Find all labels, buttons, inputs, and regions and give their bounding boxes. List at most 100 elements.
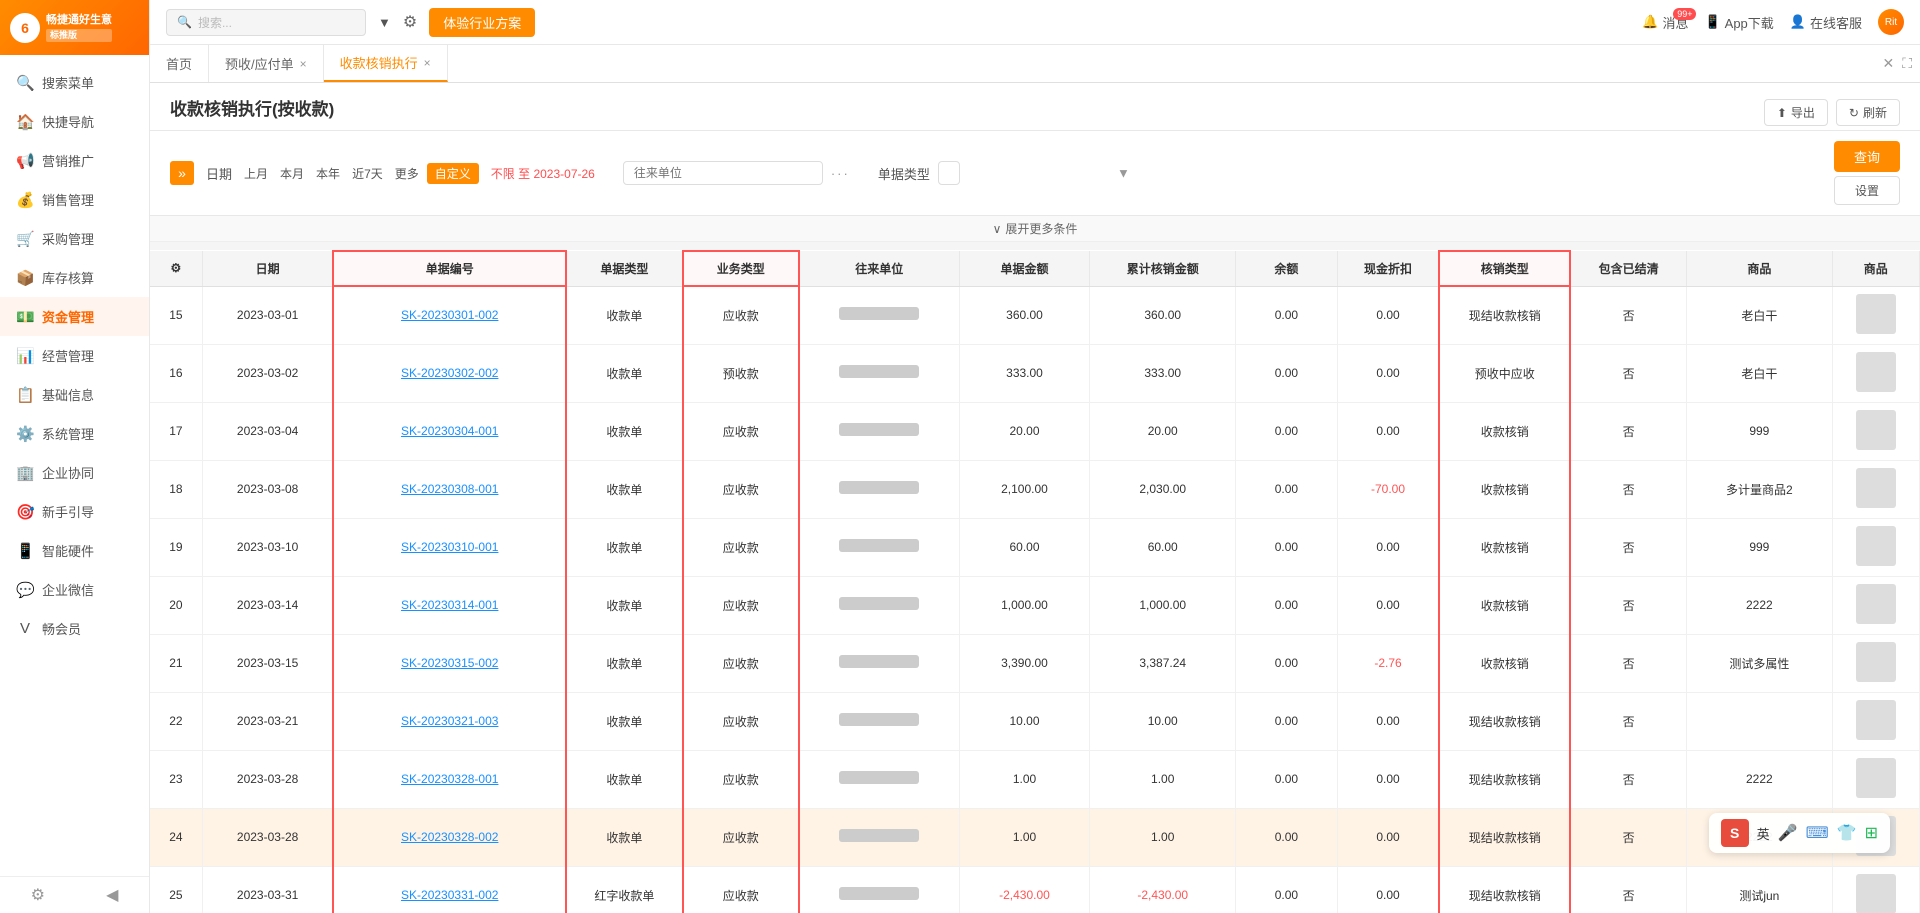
mic-icon[interactable]: 🎤 [1778,823,1798,843]
cell-goods: 多计量商品2 [1687,460,1833,518]
filter-toggle-button[interactable]: » [170,161,194,185]
sn-link[interactable]: SK-20230310-001 [401,540,498,554]
sidebar-item-purchase[interactable]: 🛒 采购管理 [0,219,149,258]
last-month-btn[interactable]: 上月 [240,163,272,184]
app-download-button[interactable]: 📱 App下载 [1704,13,1773,32]
sn-link[interactable]: SK-20230304-001 [401,424,498,438]
more-filters-dots[interactable]: ··· [831,166,850,181]
sidebar-item-search[interactable]: 🔍 搜索菜单 [0,63,149,102]
cell-goods2 [1832,634,1919,692]
table-row[interactable]: 17 2023-03-04 SK-20230304-001 收款单 应收款 20… [150,402,1920,460]
table-row[interactable]: 16 2023-03-02 SK-20230302-002 收款单 预收款 33… [150,344,1920,402]
sn-link[interactable]: SK-20230302-002 [401,366,498,380]
table-row[interactable]: 24 2023-03-28 SK-20230328-002 收款单 应收款 1.… [150,808,1920,866]
sn-link[interactable]: SK-20230308-001 [401,482,498,496]
cell-date: 2023-03-28 [202,808,333,866]
online-service-button[interactable]: 👤 在线客服 [1790,13,1862,32]
export-button[interactable]: ⬆ 导出 [1764,99,1828,126]
close-all-tabs-icon[interactable]: ✕ [1882,55,1894,72]
table-row[interactable]: 18 2023-03-08 SK-20230308-001 收款单 应收款 2,… [150,460,1920,518]
sidebar-item-member[interactable]: V 畅会员 [0,609,149,648]
sidebar-item-capital[interactable]: 💵 资金管理 [0,297,149,336]
cell-include: 否 [1570,808,1686,866]
keyboard-icon[interactable]: ⌨ [1806,823,1829,843]
custom-date-btn[interactable]: 自定义 [427,163,479,184]
sidebar-menu: 🔍 搜索菜单 🏠 快捷导航 📢 营销推广 💰 销售管理 🛒 采购管理 📦 库存核… [0,55,149,876]
doc-type-select[interactable] [938,161,960,185]
tab-pre-pay[interactable]: 预收/应付单 × [209,45,324,82]
sidebar-item-guide[interactable]: 🎯 新手引导 [0,492,149,531]
table-row[interactable]: 15 2023-03-01 SK-20230301-002 收款单 应收款 36… [150,286,1920,344]
setting-button[interactable]: 设置 [1834,176,1900,205]
refresh-button[interactable]: ↻ 刷新 [1836,99,1900,126]
last-7days-btn[interactable]: 近7天 [348,163,387,184]
table-row[interactable]: 23 2023-03-28 SK-20230328-001 收款单 应收款 1.… [150,750,1920,808]
sn-link[interactable]: SK-20230331-002 [401,888,498,902]
cell-index: 24 [150,808,202,866]
search-icon: 🔍 [177,15,192,29]
tab-home[interactable]: 首页 [150,45,209,82]
topbar-search[interactable]: 🔍 搜索... [166,9,366,36]
s-logo-icon: S [1721,819,1749,847]
sidebar-item-inventory[interactable]: 📦 库存核算 [0,258,149,297]
query-button[interactable]: 查询 [1834,141,1900,172]
topbar-dropdown[interactable]: ▼ [378,15,391,30]
cell-cancel-type: 现结收款核销 [1439,692,1570,750]
tab-close-cancel-exec[interactable]: × [424,56,431,70]
cell-cancel-type: 现结收款核销 [1439,808,1570,866]
sidebar-item-hardware[interactable]: 📱 智能硬件 [0,531,149,570]
grid-icon[interactable]: ⊞ [1865,823,1878,843]
sn-link[interactable]: SK-20230315-002 [401,656,498,670]
this-month-btn[interactable]: 本月 [276,163,308,184]
sidebar-item-quick-nav[interactable]: 🏠 快捷导航 [0,102,149,141]
cell-balance: 0.00 [1235,576,1337,634]
settings-bottom-icon[interactable]: ⚙ [31,885,45,905]
cell-discount: -70.00 [1337,460,1439,518]
cell-cancel-type: 现结收款核销 [1439,750,1570,808]
sidebar-item-sales[interactable]: 💰 销售管理 [0,180,149,219]
table-row[interactable]: 20 2023-03-14 SK-20230314-001 收款单 应收款 1,… [150,576,1920,634]
sn-link[interactable]: SK-20230328-001 [401,772,498,786]
cell-include: 否 [1570,402,1686,460]
cell-amount: 2,100.00 [959,460,1090,518]
tab-close-pre-pay[interactable]: × [300,57,307,71]
cell-balance: 0.00 [1235,460,1337,518]
floating-toolbar: S 英 🎤 ⌨ 👕 ⊞ [1709,813,1890,853]
sidebar-item-marketing[interactable]: 📢 营销推广 [0,141,149,180]
cell-acc-amount: 60.00 [1090,518,1236,576]
cell-goods [1687,692,1833,750]
cell-amount: 10.00 [959,692,1090,750]
expand-more-btn[interactable]: ∨ 展开更多条件 [993,220,1078,237]
cell-acc-amount: 10.00 [1090,692,1236,750]
industry-solution-button[interactable]: 体验行业方案 [429,8,535,37]
sn-link[interactable]: SK-20230321-003 [401,714,498,728]
user-avatar[interactable]: Rit [1878,9,1904,35]
table-row[interactable]: 19 2023-03-10 SK-20230310-001 收款单 应收款 60… [150,518,1920,576]
home-icon: 🏠 [16,113,34,131]
table-row[interactable]: 21 2023-03-15 SK-20230315-002 收款单 应收款 3,… [150,634,1920,692]
sidebar-item-basic[interactable]: 📋 基础信息 [0,375,149,414]
sn-link[interactable]: SK-20230314-001 [401,598,498,612]
table-row[interactable]: 25 2023-03-31 SK-20230331-002 红字收款单 应收款 … [150,866,1920,913]
shirt-icon[interactable]: 👕 [1837,823,1857,843]
maximize-icon[interactable]: ⛶ [1902,55,1912,72]
gear-icon[interactable]: ⚙ [403,12,417,32]
sn-link[interactable]: SK-20230328-002 [401,830,498,844]
collapse-icon[interactable]: ◀ [106,885,118,905]
cell-goods: 999 [1687,402,1833,460]
sidebar-item-wechat[interactable]: 💬 企业微信 [0,570,149,609]
partner-filter-input[interactable] [623,161,823,185]
cell-include: 否 [1570,866,1686,913]
more-date-btn[interactable]: 更多 [391,163,423,184]
sidebar-item-enterprise[interactable]: 🏢 企业协同 [0,453,149,492]
table-row[interactable]: 22 2023-03-21 SK-20230321-003 收款单 应收款 10… [150,692,1920,750]
sidebar-item-operation[interactable]: 📊 经营管理 [0,336,149,375]
sn-link[interactable]: SK-20230301-002 [401,308,498,322]
cell-sn: SK-20230314-001 [333,576,566,634]
th-partner: 往来单位 [799,251,959,286]
sidebar-item-system[interactable]: ⚙️ 系统管理 [0,414,149,453]
notify-button[interactable]: 🔔 消息 99+ [1642,13,1688,32]
tab-cancel-exec[interactable]: 收款核销执行 × [324,45,448,82]
this-year-btn[interactable]: 本年 [312,163,344,184]
dropdown-arrow-icon: ▼ [378,15,391,30]
